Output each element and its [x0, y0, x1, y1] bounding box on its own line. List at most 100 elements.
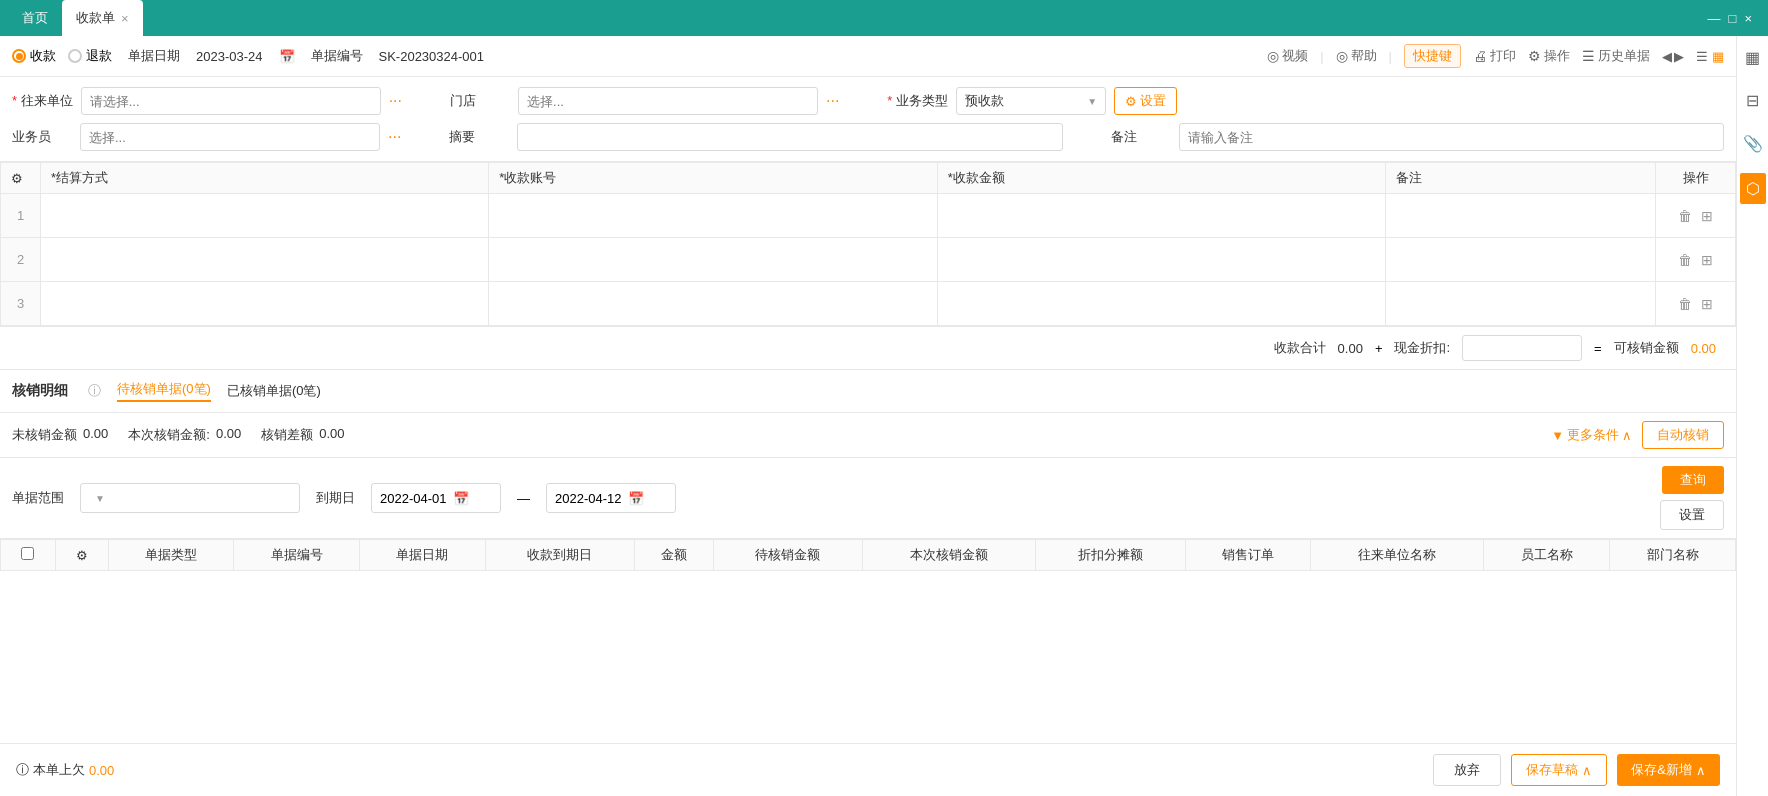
sidebar-expand-icon[interactable]: ⬡	[1740, 173, 1766, 204]
date-from-picker[interactable]: 2022-04-01 📅	[371, 483, 501, 513]
account-cell-2[interactable]	[489, 238, 937, 282]
settlement-cell-2[interactable]	[41, 238, 489, 282]
btn-operation[interactable]: ⚙ 操作	[1528, 47, 1570, 65]
form-settings-btn[interactable]: ⚙ 设置	[1114, 87, 1177, 115]
bth-due-date: 收款到期日	[485, 540, 634, 571]
delete-row-2-icon[interactable]: 🗑	[1678, 252, 1692, 268]
auto-clear-btn[interactable]: 自动核销	[1642, 421, 1724, 449]
th-gear[interactable]: ⚙	[1, 163, 41, 194]
row-num-1: 1	[1, 194, 41, 238]
grid-view-icon[interactable]: ▦	[1712, 49, 1724, 64]
tab-home[interactable]: 首页	[8, 0, 62, 36]
radio-circle-tuikuan	[68, 49, 82, 63]
table-row: 3 🗑 ⊞	[1, 282, 1736, 326]
query-btn[interactable]: 查询	[1662, 466, 1724, 494]
remark-cell-3[interactable]	[1386, 282, 1656, 326]
row-num-3: 3	[1, 282, 41, 326]
date-to-icon[interactable]: 📅	[628, 491, 644, 506]
amount-cell-3[interactable]	[937, 282, 1385, 326]
bth-checkbox[interactable]	[1, 540, 56, 571]
range-label: 单据范围	[12, 489, 64, 507]
save-new-btn[interactable]: 保存&新增 ∧	[1617, 754, 1720, 786]
due-date-label: 到期日	[316, 489, 355, 507]
window-controls: — □ ×	[1708, 11, 1760, 26]
summary-input[interactable]	[517, 123, 1062, 151]
number-value: SK-20230324-001	[379, 49, 485, 64]
form-row-2: 业务员 ··· 摘要 备注	[12, 123, 1724, 151]
sidebar-clip-icon[interactable]: 📎	[1739, 130, 1767, 157]
bth-amount: 金额	[635, 540, 713, 571]
date-from-icon[interactable]: 📅	[453, 491, 469, 506]
partner-input[interactable]	[81, 87, 381, 115]
nav-next-icon[interactable]: ▶	[1674, 49, 1684, 64]
print-icon: 🖨	[1473, 48, 1487, 64]
more-filter-btn[interactable]: ▼ 更多条件 ∧	[1551, 426, 1632, 444]
radio-shoukuan-label: 收款	[30, 47, 56, 65]
bottom-info: ⓘ 本单上欠 0.00	[16, 761, 114, 779]
radio-shoukuan[interactable]: 收款	[12, 47, 56, 65]
amount-cell-1[interactable]	[937, 194, 1385, 238]
staff-input[interactable]	[80, 123, 380, 151]
settlement-cell-3[interactable]	[41, 282, 489, 326]
bth-gear[interactable]: ⚙	[55, 540, 108, 571]
close-icon[interactable]: ×	[1744, 11, 1752, 26]
settlement-cell-1[interactable]	[41, 194, 489, 238]
radio-tuikuan-label: 退款	[86, 47, 112, 65]
bottom-info-icon: ⓘ	[16, 761, 29, 779]
sidebar-layer-icon[interactable]: ⊟	[1742, 87, 1763, 114]
delete-row-3-icon[interactable]: 🗑	[1678, 296, 1692, 312]
summary-total-label: 收款合计	[1274, 339, 1326, 357]
tab-completed[interactable]: 已核销单据(0笔)	[227, 382, 321, 400]
partner-more-icon[interactable]: ···	[389, 92, 402, 110]
verification-info-icon[interactable]: ⓘ	[88, 382, 101, 400]
business-type-value: 预收款	[965, 92, 1004, 110]
business-type-chevron: ▼	[1087, 96, 1097, 107]
bth-partner-name: 往来单位名称	[1311, 540, 1484, 571]
btn-kuaijian[interactable]: 快捷键	[1404, 44, 1461, 68]
store-input[interactable]	[518, 87, 818, 115]
date-value: 2023-03-24	[196, 49, 263, 64]
copy-row-2-icon[interactable]: ⊞	[1701, 252, 1713, 268]
copy-row-3-icon[interactable]: ⊞	[1701, 296, 1713, 312]
amount-cell-2[interactable]	[937, 238, 1385, 282]
account-cell-3[interactable]	[489, 282, 937, 326]
bth-staff-name: 员工名称	[1484, 540, 1610, 571]
calendar-icon[interactable]: 📅	[279, 49, 295, 64]
abandon-btn[interactable]: 放弃	[1433, 754, 1501, 786]
stat-right: ▼ 更多条件 ∧ 自动核销	[1551, 421, 1724, 449]
tab-current[interactable]: 收款单 ×	[62, 0, 143, 36]
bth-discount: 折扣分摊额	[1036, 540, 1185, 571]
remark-cell-2[interactable]	[1386, 238, 1656, 282]
business-type-select[interactable]: 预收款 ▼	[956, 87, 1106, 115]
select-all-checkbox[interactable]	[21, 547, 34, 560]
remark-input[interactable]	[1179, 123, 1724, 151]
btn-video[interactable]: ◎ 视频	[1267, 47, 1308, 65]
copy-row-1-icon[interactable]: ⊞	[1701, 208, 1713, 224]
bottom-table: ⚙ 单据类型 单据编号 单据日期 收款到期日 金额 待核销金额 本次核销金额 折…	[0, 539, 1736, 571]
btn-history[interactable]: ☰ 历史单据	[1582, 47, 1650, 65]
radio-tuikuan[interactable]: 退款	[68, 47, 112, 65]
nav-prev-icon[interactable]: ◀	[1662, 49, 1672, 64]
date-to-picker[interactable]: 2022-04-12 📅	[546, 483, 676, 513]
remark-cell-1[interactable]	[1386, 194, 1656, 238]
sidebar-table-icon[interactable]: ▦	[1741, 44, 1764, 71]
tab-pending[interactable]: 待核销单据(0笔)	[117, 380, 211, 402]
operation-icon: ⚙	[1528, 48, 1541, 64]
save-draft-btn[interactable]: 保存草稿 ∧	[1511, 754, 1607, 786]
filter-row: 单据范围 ▼ 到期日 2022-04-01 📅 — 2022-04-12 📅 查…	[0, 458, 1736, 539]
store-more-icon[interactable]: ···	[826, 92, 839, 110]
maximize-icon[interactable]: □	[1729, 11, 1737, 26]
filter-setting-btn[interactable]: 设置	[1660, 500, 1724, 530]
delete-row-1-icon[interactable]: 🗑	[1678, 208, 1692, 224]
partner-label: 往来单位	[12, 92, 73, 110]
btn-print[interactable]: 🖨 打印	[1473, 47, 1516, 65]
btn-help[interactable]: ◎ 帮助	[1336, 47, 1377, 65]
account-cell-1[interactable]	[489, 194, 937, 238]
range-select[interactable]: ▼	[80, 483, 300, 513]
list-view-icon[interactable]: ☰	[1696, 49, 1708, 64]
minimize-icon[interactable]: —	[1708, 11, 1721, 26]
summary-equals: =	[1594, 341, 1602, 356]
tab-close-icon[interactable]: ×	[121, 11, 129, 26]
staff-more-icon[interactable]: ···	[388, 128, 401, 146]
summary-discount-input[interactable]	[1462, 335, 1582, 361]
